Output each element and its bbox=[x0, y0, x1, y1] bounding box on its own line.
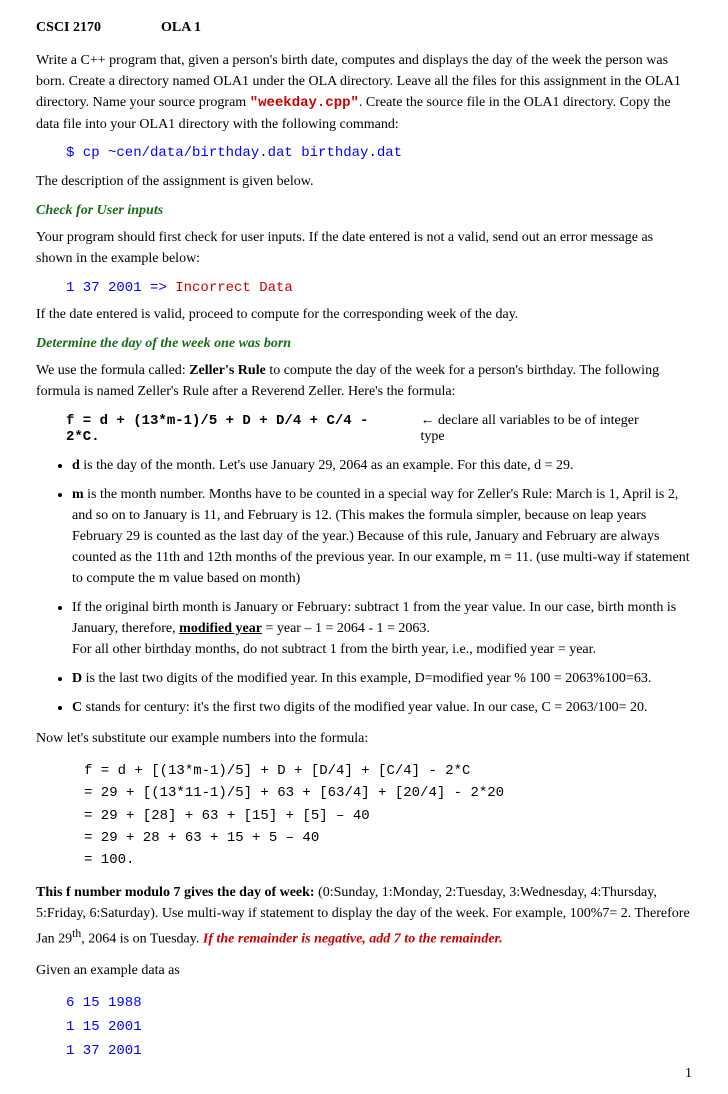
bullet-modified-year: If the original birth month is January o… bbox=[72, 597, 692, 660]
example-data-1: 6 15 1988 bbox=[66, 992, 692, 1016]
section1-para2: If the date entered is valid, proceed to… bbox=[36, 304, 692, 326]
example-data-3: 1 37 2001 bbox=[66, 1040, 692, 1064]
substitute-para: Now let's substitute our example numbers… bbox=[36, 728, 692, 750]
bullet-D: D is the last two digits of the modified… bbox=[72, 668, 692, 689]
page-number: 1 bbox=[685, 1066, 692, 1082]
formula-arrow: ← declare all variables to be of integer… bbox=[421, 413, 662, 445]
formula-text: f = d + (13*m-1)/5 + D + D/4 + C/4 - 2*C… bbox=[66, 413, 405, 445]
page-header: CSCI 2170 OLA 1 bbox=[36, 20, 692, 36]
description-label: The description of the assignment is giv… bbox=[36, 171, 692, 193]
bullet-list: d is the day of the month. Let's use Jan… bbox=[72, 455, 692, 718]
bullet-m: m is the month number. Months have to be… bbox=[72, 484, 692, 589]
bullet-d: d is the day of the month. Let's use Jan… bbox=[72, 455, 692, 476]
day-of-week-para: This f number modulo 7 gives the day of … bbox=[36, 882, 692, 951]
bullet-C: C stands for century: it's the first two… bbox=[72, 697, 692, 718]
calc-line-2: = 29 + [(13*11-1)/5] + 63 + [63/4] + [20… bbox=[84, 782, 692, 804]
example-data-label: Given an example data as bbox=[36, 960, 692, 982]
superscript-th: th bbox=[72, 927, 81, 940]
formula-name: Zeller's Rule bbox=[189, 363, 266, 378]
section2-label: Determine the day of the week one was bo… bbox=[36, 336, 692, 352]
assignment-title: OLA 1 bbox=[161, 20, 201, 36]
error-incorrect-text: Incorrect Data bbox=[175, 280, 293, 296]
reminder-text: If the remainder is negative, add 7 to t… bbox=[203, 932, 503, 947]
filename: "weekday.cpp" bbox=[250, 95, 359, 111]
section1-label: Check for User inputs bbox=[36, 203, 692, 219]
intro-paragraph-1: Write a C++ program that, given a person… bbox=[36, 50, 692, 135]
calc-line-1: f = d + [(13*m-1)/5] + D + [D/4] + [C/4]… bbox=[84, 760, 692, 782]
copy-command: $ cp ~cen/data/birthday.dat birthday.dat bbox=[66, 145, 692, 161]
calc-line-4: = 29 + 28 + 63 + 15 + 5 – 40 bbox=[84, 827, 692, 849]
calculation-block: f = d + [(13*m-1)/5] + D + [D/4] + [C/4]… bbox=[84, 760, 692, 872]
error-example-line: 1 37 2001 => Incorrect Data bbox=[66, 280, 692, 296]
example-data-block: 6 15 1988 1 15 2001 1 37 2001 bbox=[66, 992, 692, 1063]
calc-line-5: = 100. bbox=[84, 849, 692, 871]
course-title: CSCI 2170 bbox=[36, 20, 101, 36]
error-example-prefix: 1 37 2001 => bbox=[66, 280, 175, 296]
formula-display: f = d + (13*m-1)/5 + D + D/4 + C/4 - 2*C… bbox=[66, 413, 662, 445]
example-data-2: 1 15 2001 bbox=[66, 1016, 692, 1040]
calc-line-3: = 29 + [28] + 63 + [15] + [5] – 40 bbox=[84, 805, 692, 827]
section2-para1: We use the formula called: Zeller's Rule… bbox=[36, 360, 692, 403]
section1-para1: Your program should first check for user… bbox=[36, 227, 692, 270]
